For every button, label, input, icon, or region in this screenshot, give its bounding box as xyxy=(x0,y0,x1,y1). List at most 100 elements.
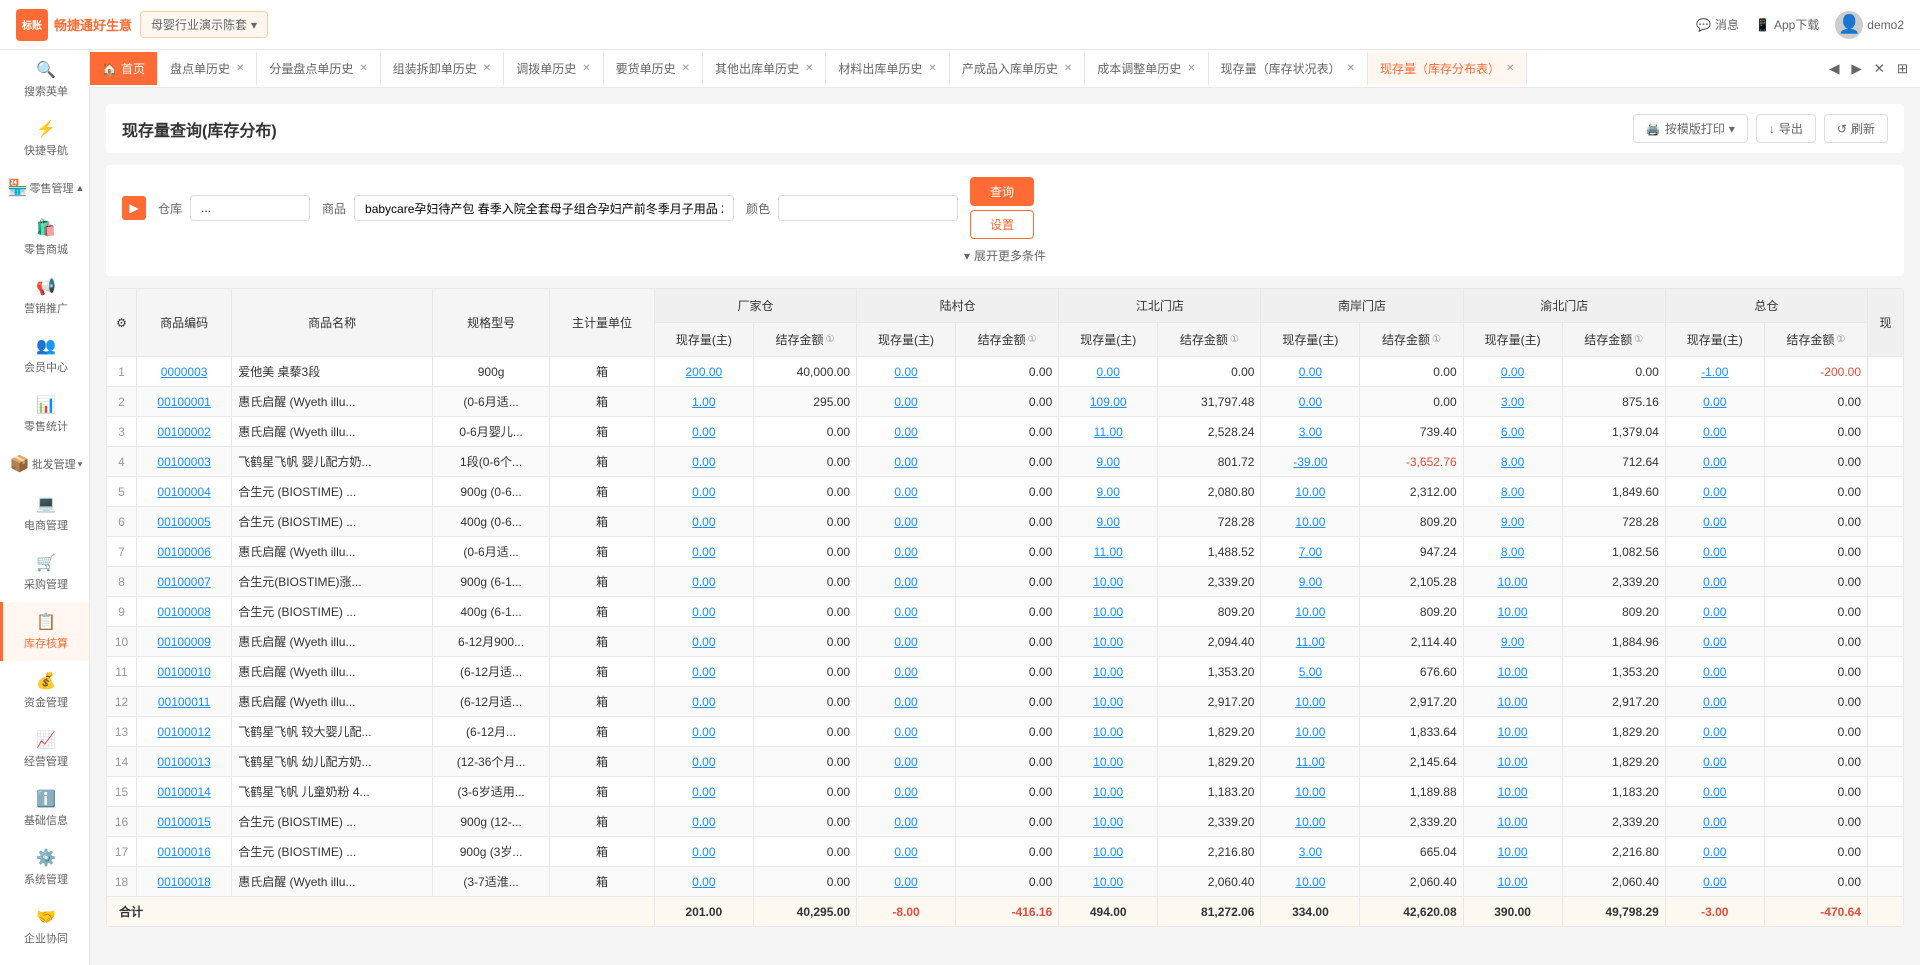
cell-current xyxy=(1868,597,1904,627)
tab-close-icon[interactable]: ✕ xyxy=(236,63,244,74)
tab-order[interactable]: 要货单历史 ✕ xyxy=(604,52,703,85)
retail-arrow: ▲ xyxy=(76,183,85,193)
sidebar-item-nav[interactable]: ⚡ 快捷导航 xyxy=(0,109,89,168)
inventory-icon: 📋 xyxy=(36,612,56,632)
color-input[interactable] xyxy=(778,195,958,221)
sidebar-item-collab[interactable]: 🤝 企业协同 xyxy=(0,897,89,956)
expand-arrow-btn[interactable]: ▶ xyxy=(122,196,146,220)
sidebar-item-retail[interactable]: 🏪 零售管理 ▲ xyxy=(0,168,89,208)
sidebar-item-operations[interactable]: 📈 经营管理 xyxy=(0,720,89,779)
tab-close-icon4[interactable]: ✕ xyxy=(582,63,590,74)
tab-close-icon7[interactable]: ✕ xyxy=(928,63,936,74)
th-code: 商品编码 xyxy=(137,289,232,357)
user-menu[interactable]: 👤 demo2 xyxy=(1835,11,1904,39)
cell-lucun-qty: 0.00 xyxy=(857,417,956,447)
cell-lucun-amt: 0.00 xyxy=(956,717,1059,747)
tab-next-btn[interactable]: ▶ xyxy=(1847,57,1865,81)
tab-product-in[interactable]: 产成品入库单历史 ✕ xyxy=(950,52,1085,85)
tab-expand-btn[interactable]: ⊞ xyxy=(1893,57,1912,81)
cell-lucun-amt: 0.00 xyxy=(956,597,1059,627)
cell-nanan-qty: -39.00 xyxy=(1261,447,1360,477)
sidebar-item-members[interactable]: 👥 会员中心 xyxy=(0,326,89,385)
cell-name: 合生元 (BIOSTIME) ... xyxy=(232,807,433,837)
cell-nanan-amt: 665.04 xyxy=(1360,837,1463,867)
sidebar-item-mall[interactable]: 🛍️ 零售商城 xyxy=(0,208,89,267)
cell-yubei-amt: 1,353.20 xyxy=(1562,657,1665,687)
sidebar-label-system: 系统管理 xyxy=(24,871,68,887)
sidebar-item-basic[interactable]: ℹ️ 基础信息 xyxy=(0,779,89,838)
warehouse-label: 仓库 xyxy=(158,200,182,217)
sidebar-item-purchase[interactable]: 🛒 采购管理 xyxy=(0,543,89,602)
export-btn[interactable]: ↓ 导出 xyxy=(1756,114,1816,143)
cell-total-amt: 0.00 xyxy=(1764,867,1867,897)
print-icon: 🖨️ xyxy=(1646,122,1661,136)
cell-unit: 箱 xyxy=(550,627,655,657)
sidebar-item-search[interactable]: 🔍 搜索英单 xyxy=(0,50,89,109)
cell-total-amt: 0.00 xyxy=(1764,537,1867,567)
tab-stock-dist[interactable]: 现存量（库存分布表） ✕ xyxy=(1368,52,1527,85)
cell-unit: 箱 xyxy=(550,747,655,777)
sidebar-label-finance: 资金管理 xyxy=(24,694,68,710)
sidebar-item-system[interactable]: ⚙️ 系统管理 xyxy=(0,838,89,897)
tab-stock-status[interactable]: 现存量（库存状况表） ✕ xyxy=(1209,52,1368,85)
cell-nanan-amt: 1,833.64 xyxy=(1360,717,1463,747)
th-lucun-qty: 现存量(主) xyxy=(857,323,956,357)
warehouse-input[interactable] xyxy=(190,195,310,221)
refresh-btn[interactable]: ↺ 刷新 xyxy=(1824,114,1888,143)
sidebar-item-inventory[interactable]: 📋 库存核算 xyxy=(0,602,89,661)
sidebar-item-stats[interactable]: 📊 零售统计 xyxy=(0,385,89,444)
cell-name: 惠氏启醒 (Wyeth illu... xyxy=(232,627,433,657)
tab-close-icon9[interactable]: ✕ xyxy=(1187,63,1195,74)
collab-icon: 🤝 xyxy=(36,907,56,927)
messages-btn[interactable]: 💬 消息 xyxy=(1696,16,1739,33)
cell-lucun-amt: 0.00 xyxy=(956,777,1059,807)
tab-other-out[interactable]: 其他出库单历史 ✕ xyxy=(703,52,826,85)
cell-jiangbei-amt: 31,797.48 xyxy=(1158,387,1261,417)
content-area: 🏠 首页 盘点单历史 ✕ 分量盘点单历史 ✕ 组装拆卸单历史 ✕ 调拨单历史 xyxy=(90,50,1920,965)
expand-conditions-btn[interactable]: ▾ 展开更多条件 xyxy=(964,247,1046,264)
tab-close-icon6[interactable]: ✕ xyxy=(805,63,813,74)
tab-close-icon5[interactable]: ✕ xyxy=(682,63,690,74)
cell-current xyxy=(1868,717,1904,747)
tab-close-icon8[interactable]: ✕ xyxy=(1064,63,1072,74)
sidebar-item-wholesale[interactable]: 📦 批发管理 ▾ xyxy=(0,444,89,484)
tab-prev-btn[interactable]: ◀ xyxy=(1825,57,1843,81)
tab-partial-check[interactable]: 分量盘点单历史 ✕ xyxy=(257,52,380,85)
cell-total-amt: 0.00 xyxy=(1764,807,1867,837)
tab-home[interactable]: 🏠 首页 xyxy=(90,52,158,85)
cell-yubei-amt: 2,917.20 xyxy=(1562,687,1665,717)
cell-unit: 箱 xyxy=(550,417,655,447)
sidebar-item-marketing[interactable]: 📢 营销推广 xyxy=(0,267,89,326)
tab-close-icon10[interactable]: ✕ xyxy=(1347,63,1355,74)
sidebar-item-ecom[interactable]: 💻 电商管理 xyxy=(0,484,89,543)
cell-unit: 箱 xyxy=(550,357,655,387)
goods-input[interactable] xyxy=(354,195,734,221)
cell-current xyxy=(1868,537,1904,567)
app-download-btn[interactable]: 📱 App下载 xyxy=(1755,16,1819,33)
cell-jiangbei-qty: 0.00 xyxy=(1059,357,1158,387)
settings-btn[interactable]: 设置 xyxy=(970,210,1034,239)
tab-cost-adjust[interactable]: 成本调整单历史 ✕ xyxy=(1085,52,1208,85)
operations-icon: 📈 xyxy=(36,730,56,750)
tab-material-out[interactable]: 材料出库单历史 ✕ xyxy=(826,52,949,85)
cell-total-amt: 0.00 xyxy=(1764,747,1867,777)
tab-inventory-check[interactable]: 盘点单历史 ✕ xyxy=(158,52,257,85)
cell-jiangbei-qty: 9.00 xyxy=(1059,447,1158,477)
tab-transfer-label: 调拨单历史 xyxy=(516,60,576,77)
tab-transfer[interactable]: 调拨单历史 ✕ xyxy=(504,52,603,85)
sidebar-item-finance[interactable]: 💰 资金管理 xyxy=(0,661,89,720)
sidebar-item-guide[interactable]: 🎯 新手引导 xyxy=(0,956,89,965)
query-btn[interactable]: 查询 xyxy=(970,177,1034,206)
cell-total-qty: 0.00 xyxy=(1665,777,1764,807)
tab-close-icon2[interactable]: ✕ xyxy=(359,63,367,74)
print-btn[interactable]: 🖨️ 按模版打印 ▾ xyxy=(1633,114,1748,143)
tab-assembly[interactable]: 组装拆卸单历史 ✕ xyxy=(381,52,504,85)
cell-code: 00100010 xyxy=(137,657,232,687)
cell-spec: (3-7适淮... xyxy=(432,867,549,897)
tab-close-all-btn[interactable]: ✕ xyxy=(1870,57,1889,81)
tab-close-icon3[interactable]: ✕ xyxy=(483,63,491,74)
industry-selector[interactable]: 母婴行业演示陈套 ▾ xyxy=(140,11,268,38)
tab-close-icon11[interactable]: ✕ xyxy=(1506,63,1514,74)
cell-lucun-amt: 0.00 xyxy=(956,537,1059,567)
cell-unit: 箱 xyxy=(550,687,655,717)
